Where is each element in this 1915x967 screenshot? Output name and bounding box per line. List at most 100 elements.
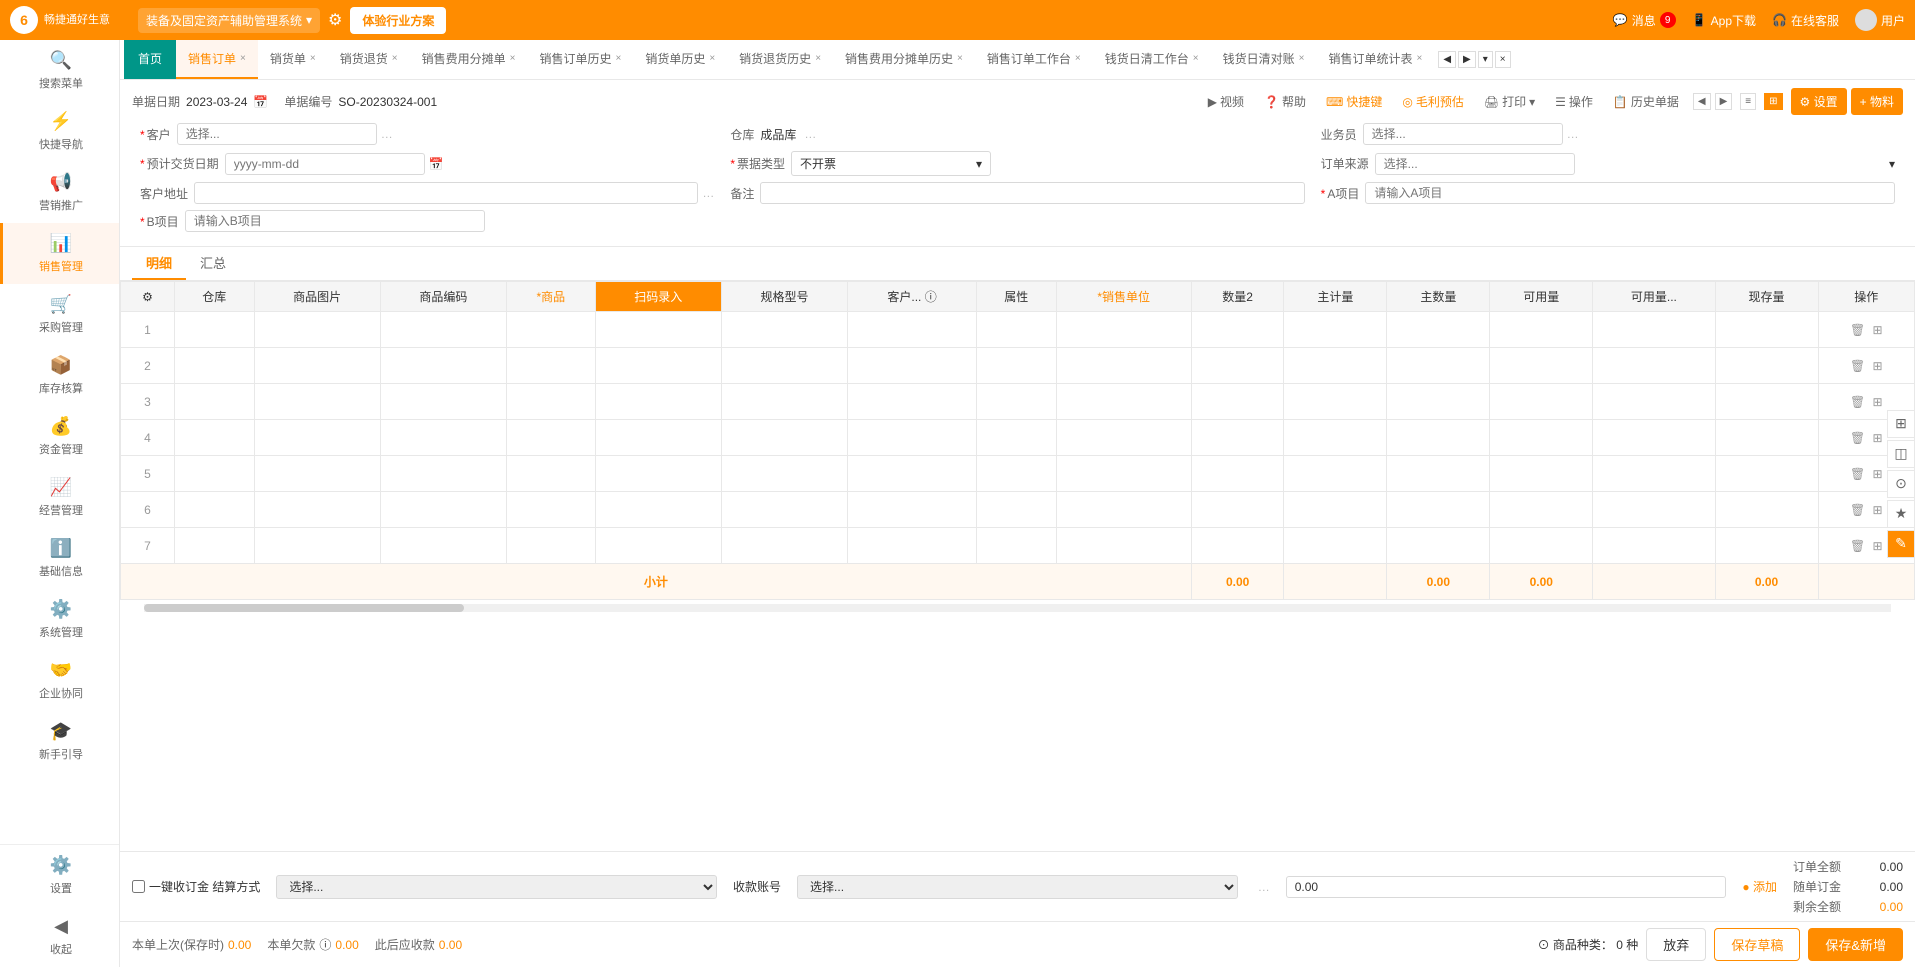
col-qty2[interactable]: 数量2 xyxy=(1191,282,1284,312)
table-cell[interactable] xyxy=(721,384,847,420)
table-cell[interactable] xyxy=(595,420,721,456)
table-cell[interactable] xyxy=(1056,528,1191,564)
table-cell[interactable] xyxy=(507,528,596,564)
table-cell[interactable] xyxy=(1593,492,1715,528)
table-cell[interactable] xyxy=(1387,348,1490,384)
table-cell[interactable] xyxy=(507,348,596,384)
sidebar-item-5[interactable]: 📦库存核算 xyxy=(0,345,119,406)
tab-order-history[interactable]: 销售订单历史 × xyxy=(527,40,633,79)
table-cell[interactable] xyxy=(1715,420,1818,456)
sidebar-item-7[interactable]: 📈经营管理 xyxy=(0,467,119,528)
col-product-image[interactable]: 商品图片 xyxy=(254,282,380,312)
table-cell[interactable] xyxy=(595,492,721,528)
settings-side-btn[interactable]: ⚙ 设置 xyxy=(1791,88,1847,115)
tab-fee-history[interactable]: 销售费用分摊单历史 × xyxy=(833,40,975,79)
copy-icon[interactable]: ⊞ xyxy=(1873,503,1883,517)
table-cell[interactable] xyxy=(1593,384,1715,420)
tab-daily-clear[interactable]: 钱货日清工作台 × xyxy=(1093,40,1211,79)
table-cell[interactable] xyxy=(848,348,977,384)
save-draft-btn[interactable]: 保存草稿 xyxy=(1714,928,1800,961)
table-cell[interactable] xyxy=(507,384,596,420)
app-selector[interactable]: 装备及固定资产辅助管理系统 ▾ xyxy=(138,8,320,33)
table-cell[interactable] xyxy=(174,528,254,564)
table-cell[interactable] xyxy=(254,348,380,384)
col-available2[interactable]: 可用量... xyxy=(1593,282,1715,312)
tab-goods-history[interactable]: 销货单历史 × xyxy=(633,40,727,79)
copy-icon[interactable]: ⊞ xyxy=(1873,359,1883,373)
deposit-amount-input[interactable] xyxy=(1286,876,1727,898)
table-cell[interactable] xyxy=(976,528,1056,564)
table-cell[interactable] xyxy=(976,348,1056,384)
table-cell[interactable] xyxy=(721,456,847,492)
table-cell[interactable] xyxy=(848,384,977,420)
tab-statistics[interactable]: 销售订单统计表 × xyxy=(1316,40,1434,79)
calendar-icon[interactable]: 📅 xyxy=(253,95,268,109)
table-cell[interactable] xyxy=(1715,312,1818,348)
table-cell[interactable] xyxy=(380,492,506,528)
table-cell[interactable] xyxy=(380,348,506,384)
table-cell[interactable] xyxy=(1284,312,1387,348)
copy-icon[interactable]: ⊞ xyxy=(1873,539,1883,553)
form-view-btn[interactable]: ⊞ xyxy=(1764,93,1782,110)
delete-icon[interactable]: 🗑 xyxy=(1850,467,1865,481)
table-cell[interactable] xyxy=(721,492,847,528)
table-cell[interactable] xyxy=(254,312,380,348)
table-cell[interactable] xyxy=(1490,528,1593,564)
next-record-btn[interactable]: ▶ xyxy=(1715,93,1733,110)
table-cell[interactable] xyxy=(1056,420,1191,456)
table-cell[interactable] xyxy=(848,528,977,564)
float-btn-1[interactable]: ⊞ xyxy=(1887,410,1915,438)
table-cell[interactable] xyxy=(1593,528,1715,564)
tab-close-return-history[interactable]: × xyxy=(815,53,821,64)
table-cell[interactable] xyxy=(1490,384,1593,420)
table-cell[interactable] xyxy=(1593,420,1715,456)
table-cell[interactable] xyxy=(380,312,506,348)
table-cell[interactable] xyxy=(174,492,254,528)
table-cell[interactable] xyxy=(1387,420,1490,456)
detail-tab-mingxi[interactable]: 明细 xyxy=(132,247,186,280)
b-project-input[interactable] xyxy=(185,210,485,232)
col-current-stock[interactable]: 现存量 xyxy=(1715,282,1818,312)
table-cell[interactable] xyxy=(507,456,596,492)
online-service-btn[interactable]: 🎧 在线客服 xyxy=(1772,12,1839,29)
tab-close-fee-split[interactable]: × xyxy=(510,53,516,64)
customer-address-input[interactable] xyxy=(194,182,698,204)
table-cell[interactable] xyxy=(1284,420,1387,456)
float-btn-2[interactable]: ◫ xyxy=(1887,440,1915,468)
history-action[interactable]: 📋 历史单据 xyxy=(1607,91,1685,112)
table-cell[interactable] xyxy=(976,456,1056,492)
table-cell[interactable] xyxy=(1191,312,1284,348)
table-cell[interactable] xyxy=(507,420,596,456)
table-cell[interactable] xyxy=(976,384,1056,420)
col-spec[interactable]: 规格型号 xyxy=(721,282,847,312)
table-cell[interactable] xyxy=(595,312,721,348)
warehouse-more[interactable]: … xyxy=(804,127,816,141)
gear-settings-icon[interactable]: ⚙ xyxy=(328,10,342,30)
table-cell[interactable] xyxy=(380,456,506,492)
table-cell[interactable] xyxy=(1387,312,1490,348)
tab-next-arrow[interactable]: ▶ xyxy=(1458,51,1476,68)
copy-icon[interactable]: ⊞ xyxy=(1873,395,1883,409)
add-item-btn[interactable]: + 物料 xyxy=(1851,88,1903,115)
tab-sales-goods[interactable]: 销货单 × xyxy=(258,40,328,79)
tab-expand-arrow[interactable]: ▾ xyxy=(1478,51,1493,68)
table-cell[interactable] xyxy=(848,312,977,348)
address-more[interactable]: … xyxy=(702,186,714,200)
sidebar-item-11[interactable]: 🎓新手引导 xyxy=(0,711,119,772)
delivery-date-input[interactable] xyxy=(225,153,425,175)
tab-workbench[interactable]: 销售订单工作台 × xyxy=(975,40,1093,79)
delete-icon[interactable]: 🗑 xyxy=(1850,323,1865,337)
table-cell[interactable] xyxy=(174,420,254,456)
table-cell[interactable] xyxy=(1715,348,1818,384)
table-cell[interactable] xyxy=(1056,348,1191,384)
sidebar-item-6[interactable]: 💰资金管理 xyxy=(0,406,119,467)
table-cell[interactable] xyxy=(976,492,1056,528)
table-cell[interactable] xyxy=(380,384,506,420)
order-source-arrow[interactable]: ▾ xyxy=(1889,157,1895,171)
table-cell[interactable] xyxy=(254,492,380,528)
table-cell[interactable] xyxy=(1490,312,1593,348)
sidebar-item-10[interactable]: 🤝企业协同 xyxy=(0,650,119,711)
delete-icon[interactable]: 🗑 xyxy=(1850,395,1865,409)
col-attribute[interactable]: 属性 xyxy=(976,282,1056,312)
copy-icon[interactable]: ⊞ xyxy=(1873,323,1883,337)
